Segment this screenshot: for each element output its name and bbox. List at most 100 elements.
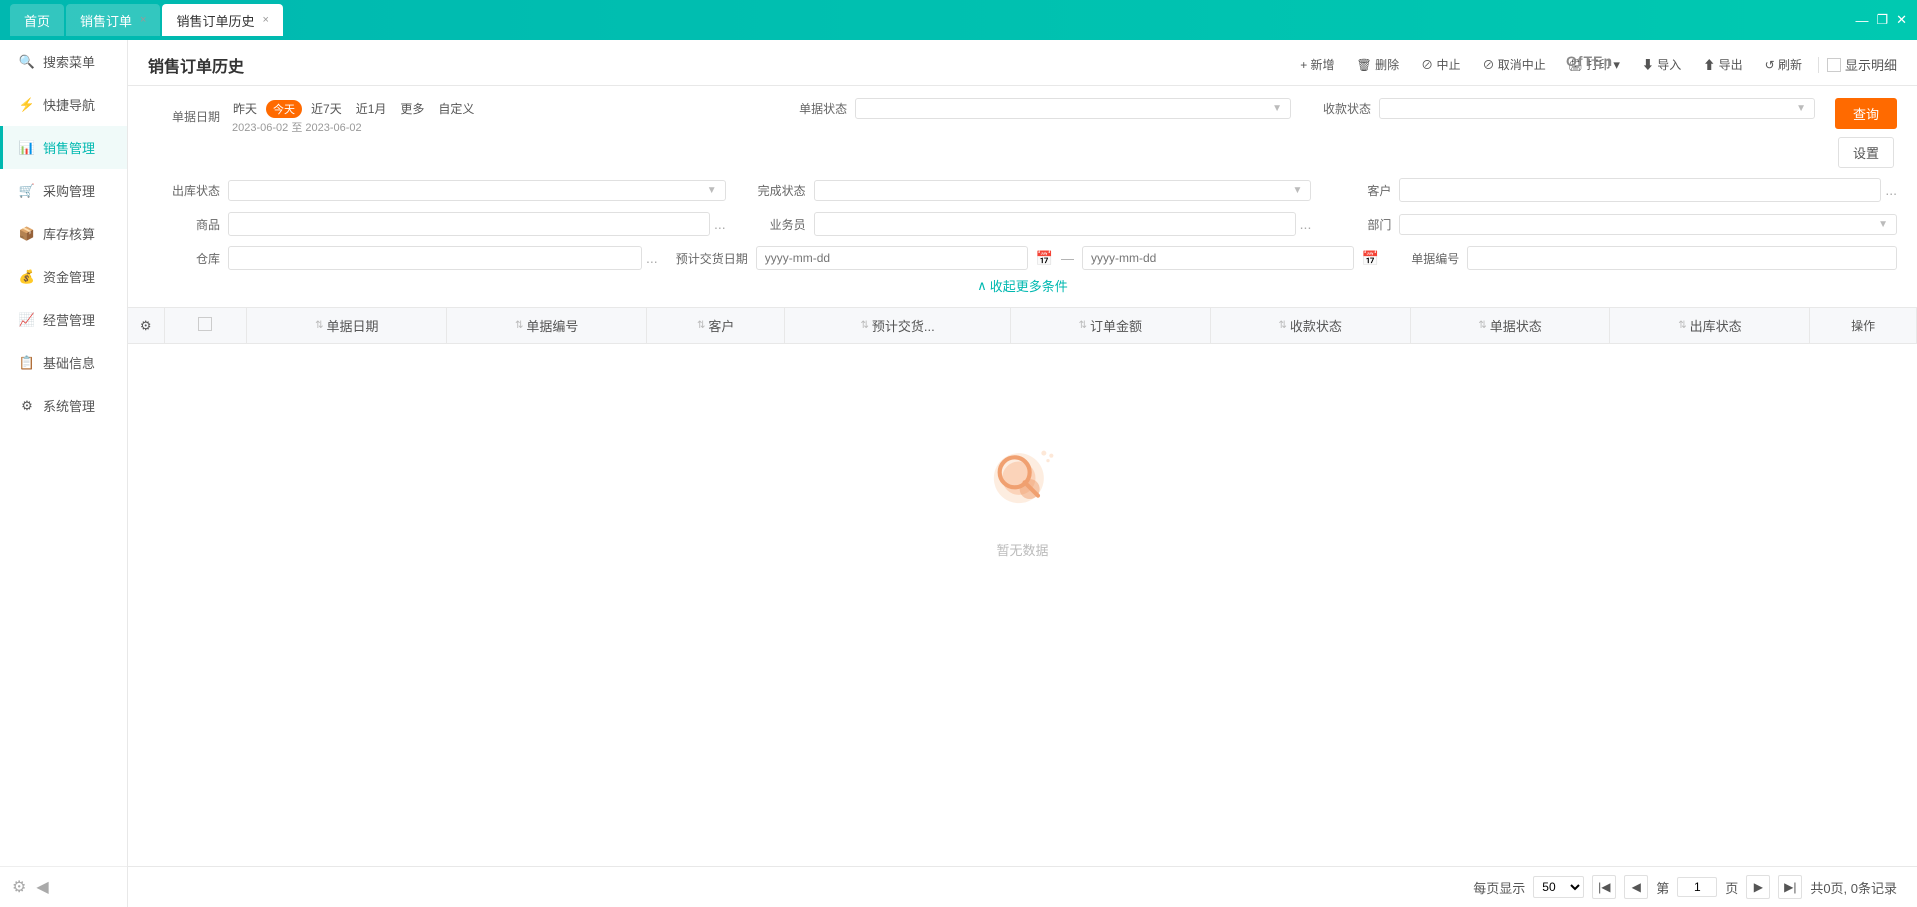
table-th-customer[interactable]: ⇅ 客户 bbox=[647, 308, 785, 344]
complete-select[interactable]: ▼ bbox=[814, 180, 1312, 201]
sidebar-icon-5: 💰 bbox=[19, 269, 35, 285]
col-sort-amount: ⇅ 订单金额 bbox=[1079, 316, 1142, 335]
date-group: 昨天 今天 近7天 近1月 更多 自定义 bbox=[228, 98, 767, 119]
table-th-payment[interactable]: ⇅ 收款状态 bbox=[1210, 308, 1410, 344]
next-page-btn[interactable]: ▶ bbox=[1746, 875, 1770, 899]
table-th-status[interactable]: ⇅ 单据状态 bbox=[1410, 308, 1610, 344]
toolbar-btn-0[interactable]: + 新增 bbox=[1292, 52, 1342, 77]
top-tab-2[interactable]: 销售订单历史× bbox=[162, 4, 282, 36]
customer-label: 客户 bbox=[1319, 182, 1399, 199]
sidebar-item-7[interactable]: 📋基础信息 bbox=[0, 341, 127, 384]
gear-icon[interactable]: ⚙ bbox=[140, 318, 152, 333]
sidebar-item-0[interactable]: 🔍搜索菜单 bbox=[0, 40, 127, 83]
sort-icon-status: ⇅ bbox=[1478, 320, 1486, 331]
table-th-amount[interactable]: ⇅ 订单金额 bbox=[1010, 308, 1210, 344]
date-btn-more[interactable]: 更多 bbox=[395, 98, 429, 119]
salesman-input[interactable] bbox=[814, 212, 1296, 236]
goods-input[interactable] bbox=[228, 212, 710, 236]
restore-icon[interactable]: ❐ bbox=[1876, 12, 1888, 28]
sort-icon-customer: ⇅ bbox=[697, 320, 705, 331]
page-size-select[interactable]: 50 10 20 100 bbox=[1533, 876, 1584, 898]
page-jump-label: 第 bbox=[1656, 878, 1669, 897]
sidebar-icon-6: 📈 bbox=[19, 312, 35, 328]
table-th-date[interactable]: ⇅ 单据日期 bbox=[247, 308, 447, 344]
order-no-input[interactable] bbox=[1467, 246, 1897, 270]
date-btn-today[interactable]: 今天 bbox=[266, 100, 302, 118]
sidebar-icon-0: 🔍 bbox=[19, 54, 35, 70]
out-dropdown-arrow: ▼ bbox=[707, 185, 717, 196]
sidebar-item-4[interactable]: 📦库存核算 bbox=[0, 212, 127, 255]
warehouse-ellipsis[interactable]: ... bbox=[646, 250, 658, 266]
select-all-checkbox[interactable] bbox=[198, 317, 212, 331]
delivery-to-input[interactable] bbox=[1082, 246, 1354, 270]
toolbar-btn-1[interactable]: 🗑 删除 bbox=[1349, 52, 1408, 77]
goods-ellipsis[interactable]: ... bbox=[714, 216, 726, 232]
calendar-to-icon[interactable]: 📅 bbox=[1362, 250, 1379, 267]
payment-select[interactable]: ▼ bbox=[1379, 98, 1815, 119]
collapse-label: 收起更多条件 bbox=[990, 276, 1068, 295]
last-page-btn[interactable]: ▶| bbox=[1778, 875, 1802, 899]
empty-text: 暂无数据 bbox=[996, 540, 1048, 559]
toolbar-btn-7[interactable]: ↺ 刷新 bbox=[1757, 52, 1810, 77]
total-text: 共0页, 0条记录 bbox=[1810, 878, 1897, 897]
table-th-orderno[interactable]: ⇅ 单据编号 bbox=[447, 308, 647, 344]
close-window-icon[interactable]: ✕ bbox=[1896, 12, 1907, 28]
calendar-from-icon[interactable]: 📅 bbox=[1036, 250, 1053, 267]
sidebar-item-1[interactable]: ⚡快捷导航 bbox=[0, 83, 127, 126]
customer-input[interactable] bbox=[1399, 178, 1881, 202]
collapse-row[interactable]: ∧ 收起更多条件 bbox=[148, 276, 1897, 295]
sidebar-item-3[interactable]: 🛒采购管理 bbox=[0, 169, 127, 212]
col-sort-date: ⇅ 单据日期 bbox=[315, 316, 378, 335]
window-controls: — ❐ ✕ bbox=[1855, 12, 1907, 28]
customer-ellipsis[interactable]: ... bbox=[1885, 182, 1897, 198]
date-btn-1month[interactable]: 近1月 bbox=[351, 98, 392, 119]
salesman-ellipsis[interactable]: ... bbox=[1300, 216, 1312, 232]
date-btn-yesterday[interactable]: 昨天 bbox=[228, 98, 262, 119]
top-tab-close-1[interactable]: × bbox=[140, 14, 146, 26]
page-input[interactable] bbox=[1677, 877, 1717, 897]
customer-input-wrap: ... bbox=[1399, 178, 1897, 202]
date-btn-7days[interactable]: 近7天 bbox=[306, 98, 347, 119]
table-th-outbound[interactable]: ⇅ 出库状态 bbox=[1610, 308, 1810, 344]
table-gear-col[interactable]: ⚙ bbox=[128, 308, 164, 344]
sidebar-item-5[interactable]: 💰资金管理 bbox=[0, 255, 127, 298]
delivery-label: 预计交货日期 bbox=[666, 250, 756, 267]
settings-button[interactable]: 设置 bbox=[1838, 137, 1894, 168]
top-tab-0[interactable]: 首页 bbox=[10, 4, 64, 36]
sidebar-item-8[interactable]: ⚙系统管理 bbox=[0, 384, 127, 427]
page-size-label: 每页显示 bbox=[1473, 878, 1525, 897]
settings-icon[interactable]: ⚙ bbox=[12, 877, 26, 897]
delivery-from-input[interactable] bbox=[756, 246, 1028, 270]
collapse-sidebar-icon[interactable]: ◀ bbox=[36, 877, 48, 897]
minimize-icon[interactable]: — bbox=[1855, 13, 1868, 28]
toolbar-btn-3[interactable]: ⊘ 取消中止 bbox=[1474, 52, 1553, 77]
top-tab-close-2[interactable]: × bbox=[262, 14, 268, 26]
toolbar-btn-5[interactable]: ⬇ 导入 bbox=[1634, 52, 1689, 77]
prev-page-btn[interactable]: ◀ bbox=[1624, 875, 1648, 899]
date-btn-custom[interactable]: 自定义 bbox=[433, 98, 479, 119]
toolbar: + 新增 🗑 删除⊘ 中止⊘ 取消中止 🖨 打印▾⬇ 导入⬆ 导出 ↺ 刷新 显示明细 bbox=[1292, 52, 1897, 77]
status-select[interactable]: ▼ bbox=[855, 98, 1291, 119]
show-detail-label: 显示明细 bbox=[1845, 55, 1897, 74]
sort-icon-amount: ⇅ bbox=[1079, 320, 1087, 331]
table-th-action: 操作 bbox=[1810, 308, 1917, 344]
page-title: 销售订单历史 bbox=[148, 53, 244, 77]
first-page-btn[interactable]: |◀ bbox=[1592, 875, 1616, 899]
tab-bar: 首页销售订单×销售订单历史× bbox=[10, 0, 283, 40]
show-detail-wrap: 显示明细 bbox=[1827, 55, 1897, 74]
table-th-delivery[interactable]: ⇅ 预计交货... bbox=[785, 308, 1011, 344]
dept-select[interactable]: ▼ bbox=[1399, 214, 1897, 235]
show-detail-checkbox[interactable] bbox=[1827, 58, 1841, 72]
status-dropdown-arrow: ▼ bbox=[1272, 103, 1282, 114]
toolbar-btn-2[interactable]: ⊘ 中止 bbox=[1413, 52, 1468, 77]
query-button[interactable]: 查询 bbox=[1835, 98, 1897, 129]
top-tab-1[interactable]: 销售订单× bbox=[66, 4, 160, 36]
toolbar-btn-6[interactable]: ⬆ 导出 bbox=[1695, 52, 1750, 77]
main-layout: 🔍搜索菜单⚡快捷导航📊销售管理🛒采购管理📦库存核算💰资金管理📈经营管理📋基础信息… bbox=[0, 40, 1917, 907]
out-status-select[interactable]: ▼ bbox=[228, 180, 726, 201]
sidebar-item-2[interactable]: 📊销售管理 bbox=[0, 126, 127, 169]
warehouse-input[interactable] bbox=[228, 246, 642, 270]
toolbar-btn-4[interactable]: 🖨 打印▾ bbox=[1560, 52, 1628, 77]
sidebar-item-6[interactable]: 📈经营管理 bbox=[0, 298, 127, 341]
sort-icon-orderno: ⇅ bbox=[515, 320, 523, 331]
